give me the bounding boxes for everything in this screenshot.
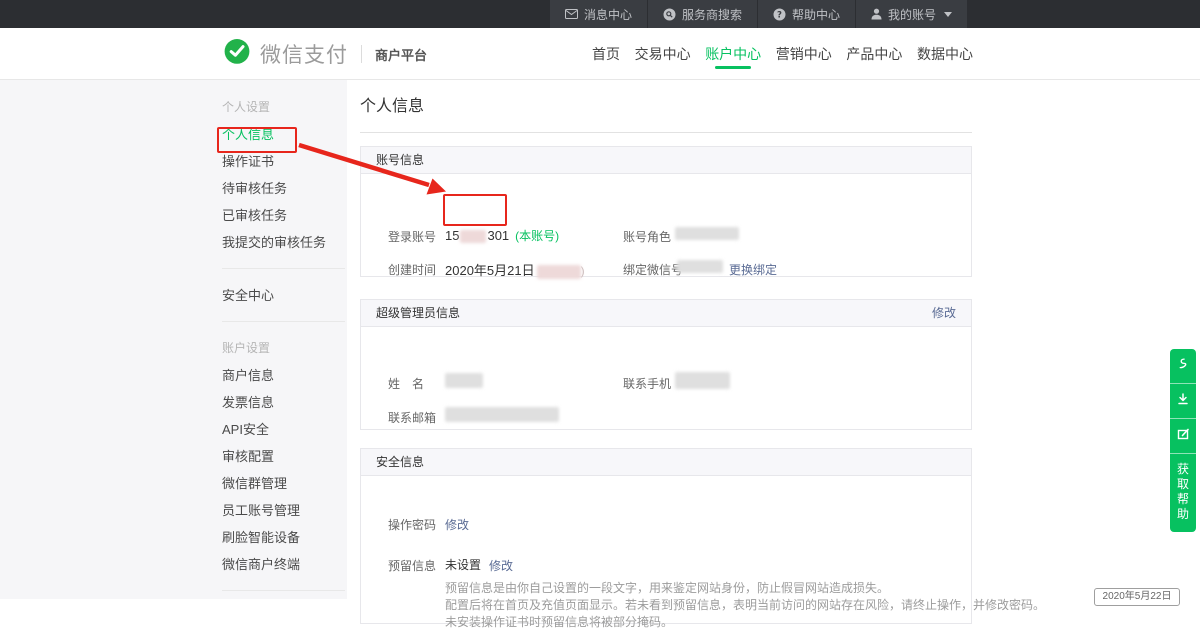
description-line: 配置后将在首页及充值页面显示。若未看到预留信息，表明当前访问的网站存在风险，请终… <box>445 597 1045 614</box>
current-account-tag: (本账号) <box>515 229 559 243</box>
sidebar-item-reviewed-tasks[interactable]: 已审核任务 <box>222 202 345 229</box>
chevron-down-icon <box>944 12 952 17</box>
reserved-info-description: 预留信息是由你自己设置的一段文字，用来鉴定网站身份，防止假冒网站造成损失。 配置… <box>445 580 1045 631</box>
svg-text:?: ? <box>777 10 782 20</box>
nav-product-center[interactable]: 产品中心 <box>846 28 902 80</box>
message-center-button[interactable]: 消息中心 <box>549 0 647 28</box>
reserved-info-label: 预留信息 <box>388 557 436 574</box>
sidebar-item-my-submitted-tasks[interactable]: 我提交的审核任务 <box>222 229 345 256</box>
admin-edit-link[interactable]: 修改 <box>932 300 956 326</box>
sidebar-item-pending-review-tasks[interactable]: 待审核任务 <box>222 175 345 202</box>
masked-admin-phone <box>675 372 730 389</box>
platform-name: 商户平台 <box>375 45 427 64</box>
help-float-bar: 获取帮助 <box>1170 349 1196 532</box>
message-center-label: 消息中心 <box>584 6 632 23</box>
nav-account-center[interactable]: 账户中心 <box>705 28 761 80</box>
masked-admin-name <box>445 373 483 388</box>
nav-data-center[interactable]: 数据中心 <box>917 28 973 80</box>
created-time-value: 2020年5月21日) <box>445 260 585 279</box>
sidebar-item-invoice-info[interactable]: 发票信息 <box>222 389 345 416</box>
created-time-label: 创建时间 <box>388 261 436 278</box>
sidebar-item-wechat-group-mgmt[interactable]: 微信群管理 <box>222 470 345 497</box>
service-provider-search-label: 服务商搜索 <box>682 6 742 23</box>
page-title: 个人信息 <box>360 92 424 116</box>
sidebar-item-merchant-info[interactable]: 商户信息 <box>222 362 345 389</box>
sidebar-item-staff-account-mgmt[interactable]: 员工账号管理 <box>222 497 345 524</box>
login-account-label: 登录账号 <box>388 228 436 245</box>
date-tooltip: 2020年5月22日 <box>1094 588 1180 606</box>
sidebar-item-api-security[interactable]: API安全 <box>222 416 345 443</box>
support-button[interactable] <box>1170 349 1196 384</box>
bound-wechat-label: 绑定微信号 <box>623 261 683 278</box>
admin-panel-title: 超级管理员信息 <box>376 300 460 326</box>
admin-email-label: 联系邮箱 <box>388 409 436 426</box>
brand-name: 微信支付 <box>260 39 348 69</box>
masked-created-time <box>537 265 581 279</box>
hotline-icon <box>1176 357 1190 376</box>
wechat-pay-logo-icon <box>222 37 252 72</box>
admin-name-label: 姓 名 <box>388 375 424 392</box>
login-account-value: 15301(本账号) <box>445 227 559 244</box>
reserved-info-value: 未设置 <box>445 556 481 573</box>
my-account-label: 我的账号 <box>888 6 936 23</box>
nav-transaction-center[interactable]: 交易中心 <box>635 28 691 80</box>
masked-admin-email <box>445 407 559 422</box>
account-info-panel: 账号信息 登录账号 15301(本账号) 账号角色 创建时间 2020年5月21… <box>360 146 972 277</box>
super-admin-panel: 超级管理员信息 修改 姓 名 联系手机 联系邮箱 <box>360 299 972 430</box>
sidebar-divider <box>222 321 345 322</box>
help-center-button[interactable]: ? 帮助中心 <box>757 0 855 28</box>
title-divider <box>360 132 972 133</box>
brand-logo-group[interactable]: 微信支付 商户平台 <box>222 28 427 80</box>
sidebar-section-personal-settings: 个人设置 <box>222 94 345 121</box>
download-icon <box>1176 392 1190 411</box>
header-divider <box>361 45 362 63</box>
my-account-menu[interactable]: 我的账号 <box>855 0 967 28</box>
account-role-label: 账号角色 <box>623 228 671 245</box>
reserved-edit-link[interactable]: 修改 <box>489 557 513 574</box>
envelope-icon <box>565 9 578 19</box>
password-edit-link[interactable]: 修改 <box>445 516 469 533</box>
sidebar-item-wechat-merchant-terminal[interactable]: 微信商户终端 <box>222 551 345 578</box>
question-circle-icon: ? <box>773 8 786 21</box>
primary-nav: 首页 交易中心 账户中心 营销中心 产品中心 数据中心 <box>592 28 973 80</box>
sidebar-nav: 个人设置 个人信息 操作证书 待审核任务 已审核任务 我提交的审核任务 安全中心… <box>222 94 345 604</box>
nav-marketing-center[interactable]: 营销中心 <box>776 28 832 80</box>
security-panel-title: 安全信息 <box>376 449 424 475</box>
main-header: 微信支付 商户平台 首页 交易中心 账户中心 营销中心 产品中心 数据中心 <box>0 28 1200 80</box>
top-utility-bar: 消息中心 服务商搜索 ? 帮助中心 我的账号 <box>0 0 1200 28</box>
edit-icon <box>1176 427 1190 446</box>
search-circle-icon <box>663 8 676 21</box>
service-provider-search-button[interactable]: 服务商搜索 <box>647 0 757 28</box>
account-panel-title: 账号信息 <box>376 147 424 173</box>
main-content: 个人信息 账号信息 登录账号 15301(本账号) 账号角色 创建时间 2020… <box>360 80 972 599</box>
admin-phone-label: 联系手机 <box>623 375 671 392</box>
sidebar-item-personal-info[interactable]: 个人信息 <box>222 121 345 148</box>
sidebar-section-account-settings: 账户设置 <box>222 335 345 362</box>
masked-account-role <box>675 227 739 240</box>
nav-home[interactable]: 首页 <box>592 28 620 80</box>
download-button[interactable] <box>1170 384 1196 419</box>
description-line: 预留信息是由你自己设置的一段文字，用来鉴定网站身份，防止假冒网站造成损失。 <box>445 580 1045 597</box>
help-center-label: 帮助中心 <box>792 6 840 23</box>
sidebar-item-operation-certificate[interactable]: 操作证书 <box>222 148 345 175</box>
security-info-panel: 安全信息 操作密码 修改 预留信息 未设置 修改 预留信息是由你自己设置的一段文… <box>360 448 972 624</box>
sidebar-item-review-config[interactable]: 审核配置 <box>222 443 345 470</box>
get-help-button[interactable]: 获取帮助 <box>1170 454 1196 532</box>
operation-password-label: 操作密码 <box>388 516 436 533</box>
masked-wechat-id <box>677 260 723 273</box>
sidebar-divider <box>222 268 345 269</box>
get-help-label: 获取帮助 <box>1177 462 1190 522</box>
user-icon <box>871 8 882 20</box>
sidebar-item-security-center[interactable]: 安全中心 <box>222 282 345 309</box>
top-utility-menu: 消息中心 服务商搜索 ? 帮助中心 我的账号 <box>549 0 967 28</box>
description-line: 未安装操作证书时预留信息将被部分掩码。 <box>445 614 1045 631</box>
feedback-button[interactable] <box>1170 419 1196 454</box>
sidebar-divider <box>222 590 345 591</box>
sidebar-item-face-smart-device[interactable]: 刷脸智能设备 <box>222 524 345 551</box>
masked-login-digits <box>460 230 486 243</box>
change-binding-link[interactable]: 更换绑定 <box>729 261 777 278</box>
